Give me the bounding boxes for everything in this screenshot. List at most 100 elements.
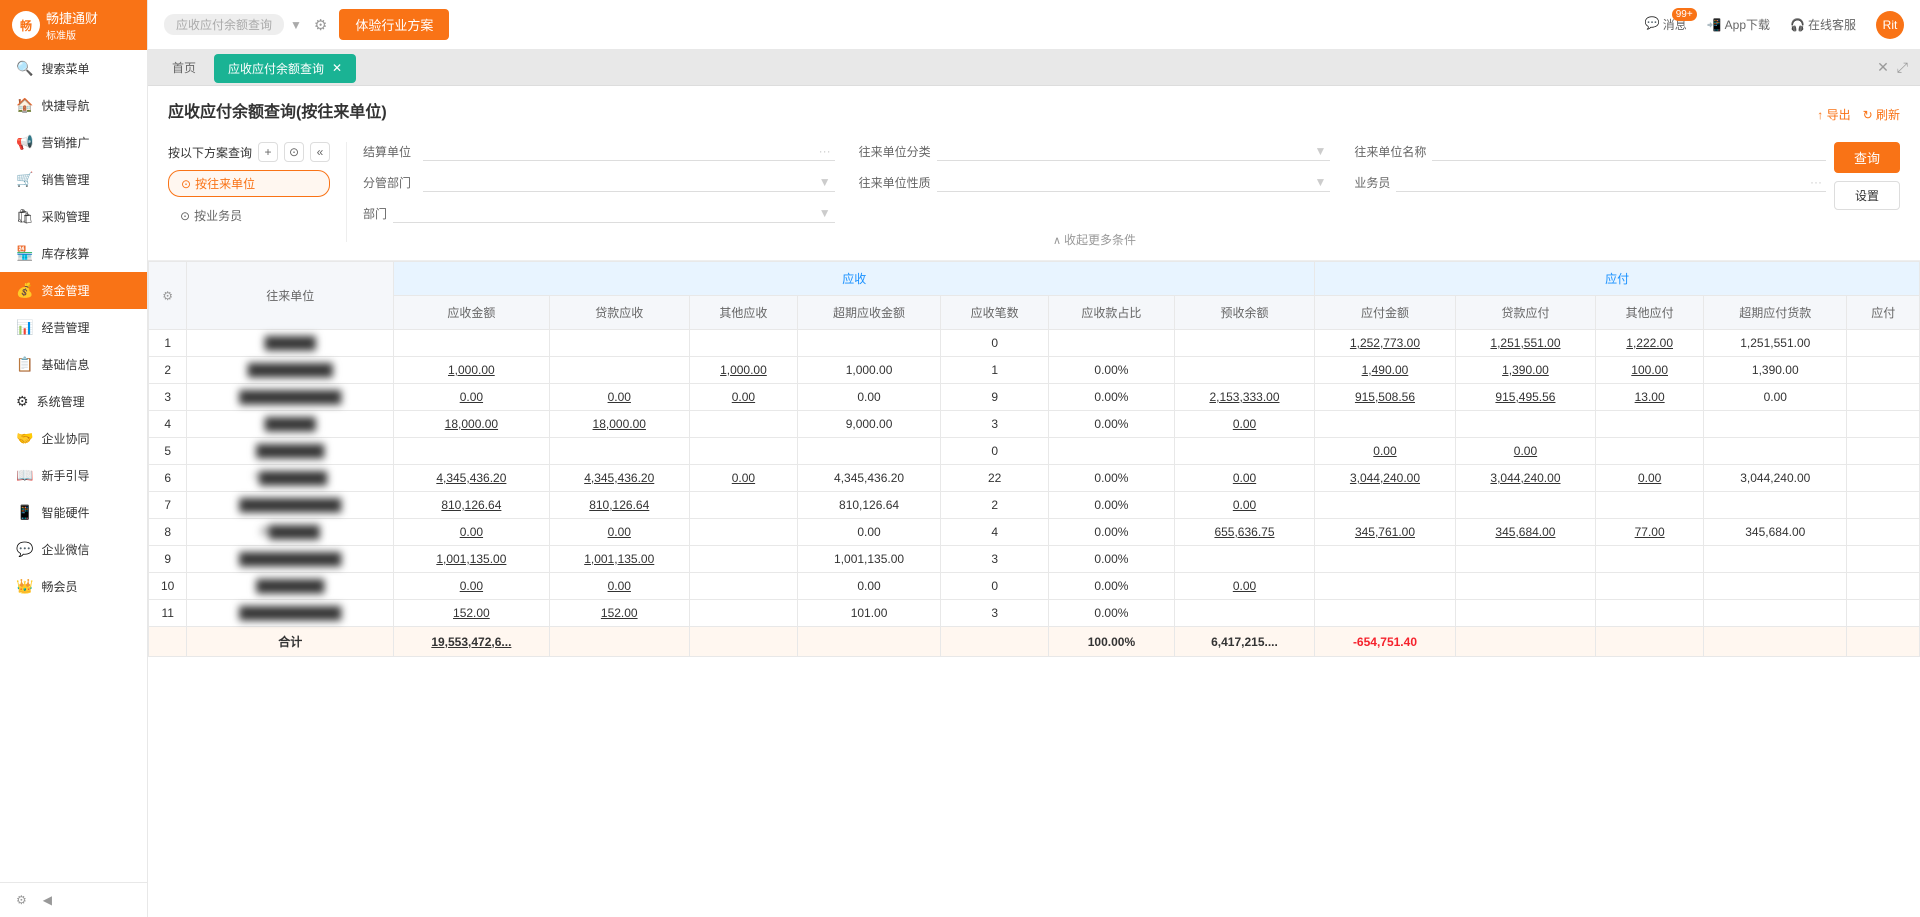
search-icon: 🔍 [16, 60, 33, 77]
tab-ar-ap-label: 应收应付余额查询 [228, 60, 324, 77]
row-ar-loan [549, 330, 689, 357]
partner-name-label: 往来单位名称 [1354, 143, 1426, 160]
query-button[interactable]: 查询 [1834, 142, 1900, 173]
expand-icon[interactable]: ⤢ [1897, 59, 1908, 76]
table-row: 6 ^████████ 4,345,436.20 4,345,436.20 0.… [149, 465, 1920, 492]
sidebar-item-label: 快捷导航 [41, 97, 89, 114]
sidebar-item-system[interactable]: ⚙ 系统管理 [0, 383, 147, 420]
sidebar-item-purchase[interactable]: 🛍 采购管理 [0, 198, 147, 235]
collapse-more-btn[interactable]: ∧ 收起更多条件 [363, 231, 1826, 248]
tab-home-label: 首页 [172, 61, 196, 75]
table-row: 10 ████████ 0.00 0.00 0.00 0 0.00% 0.00 [149, 573, 1920, 600]
sidebar-item-search[interactable]: 🔍 搜索菜单 [0, 50, 147, 87]
filter-area: 按以下方案查询 + ⊙ « ⊙ 按往来单位 ⊙ 按业务员 [148, 130, 1920, 261]
table-row: 9 ████████████ 1,001,135.00 1,001,135.00… [149, 546, 1920, 573]
th-ap-overdue: 超期应付货款 [1704, 296, 1847, 330]
page-title: 应收应付余额查询(按往来单位) [168, 98, 387, 122]
trial-btn[interactable]: 体验行业方案 [339, 9, 449, 40]
operation-icon: 📊 [16, 319, 33, 336]
sidebar-item-collab[interactable]: 🤝 企业协同 [0, 420, 147, 457]
online-service[interactable]: 🎧 在线客服 [1790, 16, 1856, 33]
refresh-icon: ↻ [1863, 108, 1873, 122]
sidebar-item-shortcut[interactable]: 🏠 快捷导航 [0, 87, 147, 124]
th-ap-other: 其他应付 [1596, 296, 1704, 330]
sidebar-item-label: 销售管理 [41, 171, 89, 188]
filter-collapse-btn[interactable]: « [310, 142, 330, 162]
sidebar-item-operation[interactable]: 📊 经营管理 [0, 309, 147, 346]
th-ar-advance: 预收余额 [1174, 296, 1314, 330]
sidebar-item-sales[interactable]: 🛒 销售管理 [0, 161, 147, 198]
filter-by-label: 按以下方案查询 [168, 144, 252, 161]
partner-name-input[interactable] [1432, 142, 1826, 161]
dept-select[interactable]: ▼ [393, 204, 835, 223]
th-settings[interactable]: ⚙ [149, 262, 187, 330]
filter-add-btn[interactable]: + [258, 142, 278, 162]
sidebar-item-marketing[interactable]: 📢 营销推广 [0, 124, 147, 161]
topbar: 应收应付余额查询 ▼ ⚙ 体验行业方案 💬 消息 99+ 📲 App下载 🎧 在… [148, 0, 1920, 50]
option-staff-label: 按业务员 [194, 207, 242, 224]
main-area: 应收应付余额查询 ▼ ⚙ 体验行业方案 💬 消息 99+ 📲 App下载 🎧 在… [148, 0, 1920, 917]
settle-unit-input[interactable] [427, 144, 819, 158]
tab-ar-ap[interactable]: 应收应付余额查询 ✕ [214, 54, 356, 83]
export-button[interactable]: ↑ 导出 [1817, 106, 1850, 123]
filter-dept: 部门 ▼ [363, 204, 835, 223]
refresh-button[interactable]: ↻ 刷新 [1863, 106, 1900, 123]
data-table: ⚙ 往来单位 应收 应付 应收金额 贷款应收 其他应收 超期应收金额 应收笔数 … [148, 261, 1920, 657]
guide-icon: 📖 [16, 467, 33, 484]
sidebar-item-label: 智能硬件 [41, 504, 89, 521]
tab-home[interactable]: 首页 [156, 53, 212, 82]
filter-option-staff[interactable]: ⊙ 按业务员 [168, 203, 330, 228]
sidebar-item-guide[interactable]: 📖 新手引导 [0, 457, 147, 494]
row-ar-ratio [1049, 330, 1175, 357]
user-avatar[interactable]: Rit [1876, 11, 1904, 39]
th-ap-col: 应付 [1847, 296, 1920, 330]
th-ar-other: 其他应收 [689, 296, 797, 330]
app-label: App下载 [1725, 16, 1770, 33]
sidebar-item-basic[interactable]: 📋 基础信息 [0, 346, 147, 383]
partner-cat-label: 往来单位分类 [859, 143, 931, 160]
filter-dept-manage: 分管部门 ▼ [363, 173, 835, 192]
close-window-icon[interactable]: ✕ [1877, 59, 1889, 76]
sidebar-item-member[interactable]: 👑 畅会员 [0, 568, 147, 605]
sidebar-item-label: 新手引导 [41, 467, 89, 484]
partner-cat-select[interactable]: ▼ [937, 142, 1331, 161]
th-receivable-group: 应收 [394, 262, 1315, 296]
topbar-dropdown-icon[interactable]: ▼ [290, 18, 302, 32]
sidebar-item-hardware[interactable]: 📱 智能硬件 [0, 494, 147, 531]
filter-partner-name: 往来单位名称 [1354, 142, 1826, 161]
tab-close-icon[interactable]: ✕ [332, 61, 342, 75]
filter-option-partner[interactable]: ⊙ 按往来单位 [168, 170, 330, 197]
th-ap-loan: 贷款应付 [1455, 296, 1595, 330]
row-ar-other [689, 330, 797, 357]
message-area[interactable]: 💬 消息 99+ [1645, 16, 1687, 33]
sidebar-settings-icon[interactable]: ⚙ [16, 893, 27, 907]
sidebar-item-inventory[interactable]: 🏪 库存核算 [0, 235, 147, 272]
row-ap-other[interactable]: 1,222.00 [1596, 330, 1704, 357]
app-download[interactable]: 📲 App下载 [1707, 16, 1770, 33]
sidebar-collapse-icon[interactable]: ◀ [43, 893, 52, 907]
table-row: 8 P██████ 0.00 0.00 0.00 4 0.00% 655,636… [149, 519, 1920, 546]
settings-button[interactable]: 设置 [1834, 181, 1900, 210]
sidebar-item-finance[interactable]: 💰 资金管理 [0, 272, 147, 309]
row-ar-overdue [797, 330, 940, 357]
sidebar-item-label: 资金管理 [41, 282, 89, 299]
row-ap-amount[interactable]: 1,252,773.00 [1315, 330, 1455, 357]
purchase-icon: 🛍 [16, 208, 34, 225]
member-icon: 👑 [16, 578, 33, 595]
row-ap-loan[interactable]: 1,251,551.00 [1455, 330, 1595, 357]
th-ar-count: 应收笔数 [941, 296, 1049, 330]
topbar-settings-icon[interactable]: ⚙ [314, 16, 327, 34]
option-staff-icon: ⊙ [180, 209, 190, 223]
basic-icon: 📋 [16, 356, 33, 373]
staff-input[interactable] [1400, 175, 1810, 189]
dept-manage-select[interactable]: ▼ [423, 173, 835, 192]
partner-nature-select[interactable]: ▼ [937, 173, 1331, 192]
wechat-icon: 💬 [16, 541, 33, 558]
sidebar-item-label: 营销推广 [41, 134, 89, 151]
table-settings-icon[interactable]: ⚙ [162, 289, 173, 303]
filter-settings-btn[interactable]: ⊙ [284, 142, 304, 162]
collab-icon: 🤝 [16, 430, 33, 447]
sidebar-item-label: 采购管理 [42, 208, 90, 225]
sidebar-item-wechat[interactable]: 💬 企业微信 [0, 531, 147, 568]
dept-label: 部门 [363, 205, 387, 222]
